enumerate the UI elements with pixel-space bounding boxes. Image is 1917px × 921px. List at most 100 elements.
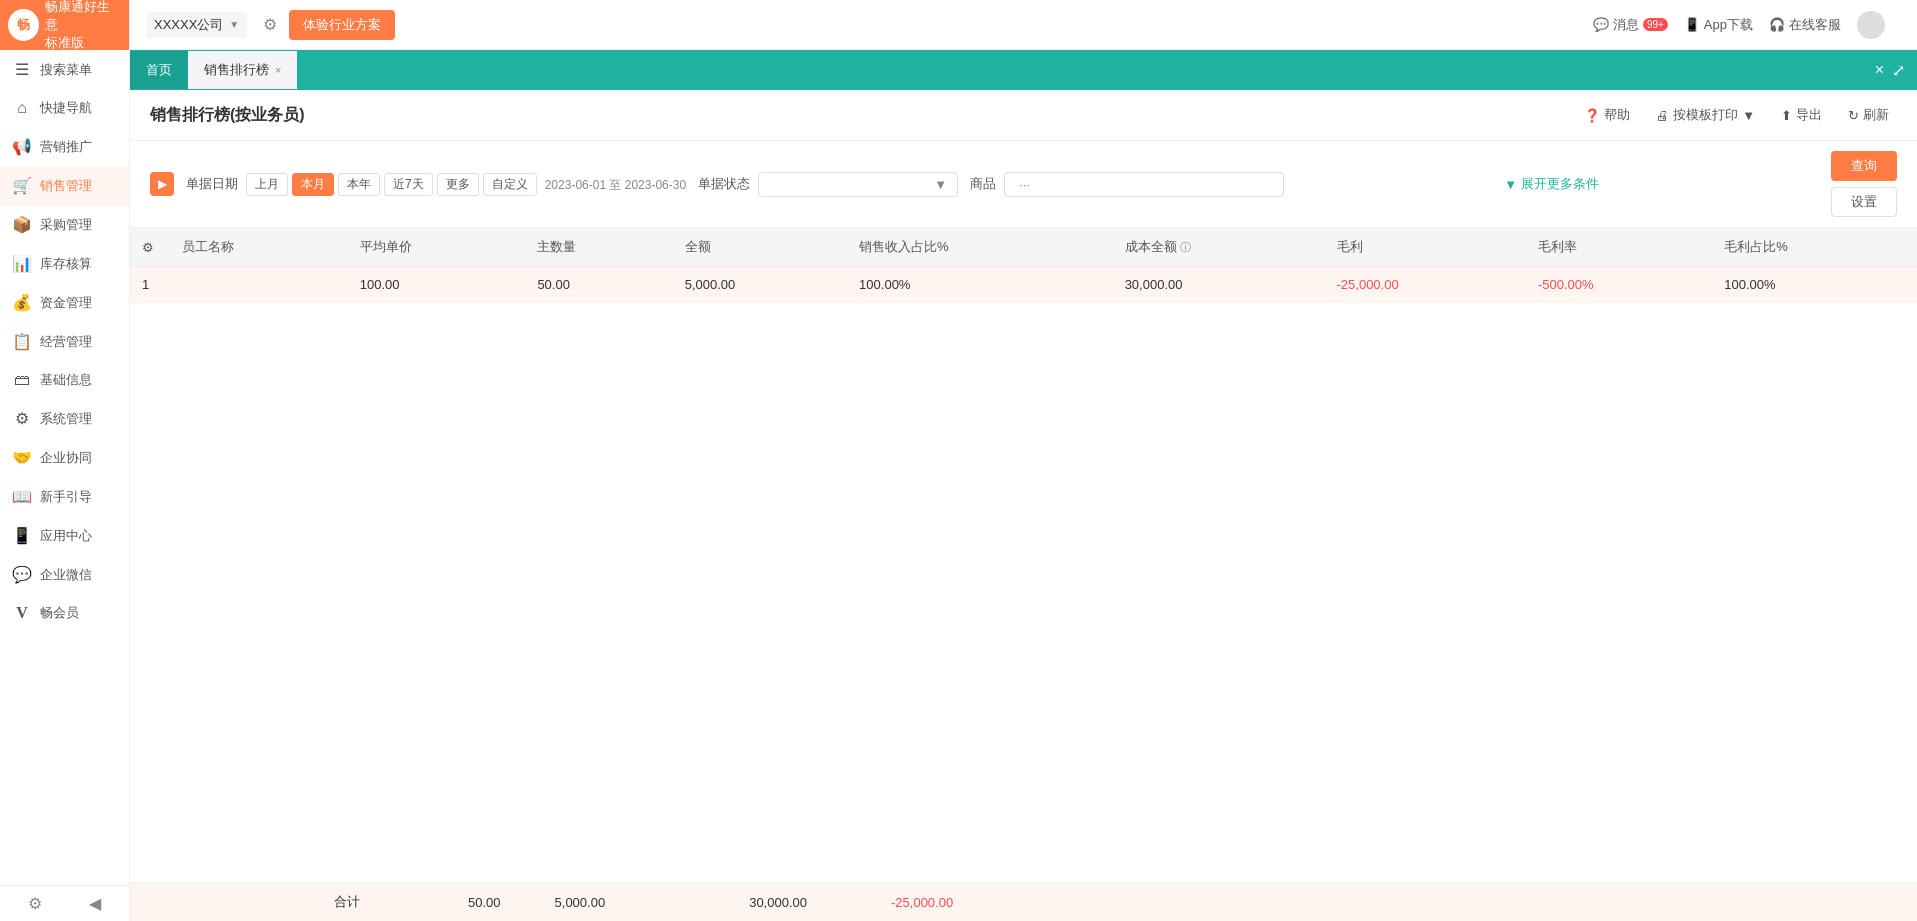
col-settings-icon[interactable]: ⚙ — [142, 240, 154, 255]
page-header: 销售排行榜(按业务员) ❓ 帮助 🖨 按模板打印 ▼ ⬆ 导出 ↻ 刷新 — [130, 90, 1917, 141]
settings-small-button[interactable]: 设置 — [1831, 187, 1897, 217]
sidebar-item-member[interactable]: V 畅会员 — [0, 594, 129, 632]
home-icon: ⌂ — [12, 99, 32, 117]
company-selector[interactable]: XXXXX公司 ▼ — [146, 12, 247, 38]
filter-arrow-btn[interactable]: ▶ — [150, 172, 174, 196]
sidebar-collapse-btn[interactable]: ◀ — [89, 894, 101, 913]
sidebar-item-basic[interactable]: 🗃 基础信息 — [0, 361, 129, 399]
tab-sales-ranking[interactable]: 销售排行榜 × — [188, 51, 297, 89]
sidebar-item-apps[interactable]: 📱 应用中心 — [0, 516, 129, 555]
col-avg-price: 平均单价 — [348, 228, 526, 267]
tabbar-close-icon[interactable]: × — [1875, 61, 1884, 80]
print-icon: 🖨 — [1656, 108, 1669, 123]
date-range: 2023-06-01 至 2023-06-30 — [545, 177, 686, 194]
col-name: 员工名称 — [170, 228, 348, 267]
topbar-right: 💬 消息 99+ 📱 App下载 🎧 在线客服 — [1593, 11, 1901, 39]
sidebar-logo: 畅 畅康通好生意 标准版 — [0, 0, 129, 50]
cell-qty: 50.00 — [525, 267, 672, 303]
online-service-group[interactable]: 🎧 在线客服 — [1769, 16, 1841, 34]
newbie-icon: 📖 — [12, 487, 32, 506]
footer-gross: -25,000.00 — [879, 895, 965, 910]
date-btn-current-year[interactable]: 本年 — [338, 173, 380, 196]
table-area: ⚙ 员工名称 平均单价 主数量 全额 销售收入占比% 成本全额 ⓘ 毛利 毛利率… — [130, 228, 1917, 882]
message-group[interactable]: 💬 消息 99+ — [1593, 16, 1668, 34]
finance-icon: 💰 — [12, 293, 32, 312]
refresh-btn[interactable]: ↻ 刷新 — [1840, 102, 1897, 128]
sidebar-item-search[interactable]: ☰ 搜索菜单 — [0, 50, 129, 89]
message-badge: 99+ — [1643, 18, 1668, 31]
footer-amount: 5,000.00 — [543, 895, 618, 910]
expand-icon: ▼ — [1504, 177, 1517, 192]
app-download-icon: 📱 — [1684, 17, 1700, 32]
help-btn[interactable]: ❓ 帮助 — [1576, 102, 1638, 128]
status-select[interactable]: ▼ — [758, 172, 958, 197]
sidebar-item-finance[interactable]: 💰 资金管理 — [0, 283, 129, 322]
goods-filter-group: 商品 ··· — [970, 172, 1284, 197]
apps-icon: 📱 — [12, 526, 32, 545]
company-name: XXXXX公司 — [154, 16, 223, 34]
logo-icon: 畅 — [8, 9, 39, 41]
content: 销售排行榜(按业务员) ❓ 帮助 🖨 按模板打印 ▼ ⬆ 导出 ↻ 刷新 — [130, 90, 1917, 921]
date-btn-last-month[interactable]: 上月 — [246, 173, 288, 196]
date-btn-custom[interactable]: 自定义 — [483, 173, 537, 196]
cell-name — [170, 267, 348, 303]
goods-ellipsis[interactable]: ··· — [1019, 177, 1030, 192]
print-btn[interactable]: 🖨 按模板打印 ▼ — [1648, 102, 1763, 128]
sidebar-item-marketing[interactable]: 📢 营销推广 — [0, 127, 129, 166]
cell-sales-ratio: 100.00% — [847, 267, 1113, 303]
sidebar-bottom: ⚙ ◀ — [0, 885, 129, 921]
sidebar-item-newbie[interactable]: 📖 新手引导 — [0, 477, 129, 516]
basic-icon: 🗃 — [12, 371, 32, 389]
management-icon: 📋 — [12, 332, 32, 351]
sidebar-item-wechat[interactable]: 💬 企业微信 — [0, 555, 129, 594]
topbar-settings-icon[interactable]: ⚙ — [263, 15, 277, 34]
filter-right-btns: 查询 设置 — [1819, 151, 1897, 217]
page-title: 销售排行榜(按业务员) — [150, 105, 305, 126]
avatar[interactable] — [1857, 11, 1885, 39]
sidebar-settings-btn[interactable]: ⚙ — [28, 894, 42, 913]
date-btn-more[interactable]: 更多 — [437, 173, 479, 196]
date-btn-7days[interactable]: 近7天 — [384, 173, 433, 196]
purchase-icon: 📦 — [12, 215, 32, 234]
tabbar-right: × ⤢ — [1875, 61, 1917, 80]
tab-close-icon[interactable]: × — [275, 64, 281, 76]
sidebar-item-system[interactable]: ⚙ 系统管理 — [0, 399, 129, 438]
sidebar-item-purchase[interactable]: 📦 采购管理 — [0, 205, 129, 244]
sidebar-item-sales[interactable]: 🛒 销售管理 — [0, 166, 129, 205]
col-sales-ratio: 销售收入占比% — [847, 228, 1113, 267]
tab-sales-ranking-label: 销售排行榜 — [204, 61, 269, 79]
page-actions: ❓ 帮助 🖨 按模板打印 ▼ ⬆ 导出 ↻ 刷新 — [1576, 102, 1897, 128]
table-header-row: ⚙ 员工名称 平均单价 主数量 全额 销售收入占比% 成本全额 ⓘ 毛利 毛利率… — [130, 228, 1917, 267]
tab-home[interactable]: 首页 — [130, 51, 188, 89]
goods-select[interactable]: ··· — [1004, 172, 1284, 197]
wechat-icon: 💬 — [12, 565, 32, 584]
query-button[interactable]: 查询 — [1831, 151, 1897, 181]
col-gross-rate: 毛利率 — [1526, 228, 1712, 267]
date-btn-current-month[interactable]: 本月 — [292, 173, 334, 196]
sidebar-item-management[interactable]: 📋 经营管理 — [0, 322, 129, 361]
footer-total-label: 合计 — [322, 893, 372, 911]
cell-gross: -25,000.00 — [1325, 267, 1526, 303]
sidebar-item-enterprise[interactable]: 🤝 企业协同 — [0, 438, 129, 477]
date-options: 上月 本月 本年 近7天 更多 自定义 — [246, 173, 537, 196]
col-gross: 毛利 — [1325, 228, 1526, 267]
trial-button[interactable]: 体验行业方案 — [289, 10, 395, 40]
help-icon: ❓ — [1584, 108, 1600, 123]
app-download-group[interactable]: 📱 App下载 — [1684, 16, 1753, 34]
col-amount: 全额 — [673, 228, 847, 267]
cell-rank: 1 — [130, 267, 170, 303]
col-gross-ratio: 毛利占比% — [1712, 228, 1917, 267]
export-btn[interactable]: ⬆ 导出 — [1773, 102, 1830, 128]
sidebar-item-inventory[interactable]: 📊 库存核算 — [0, 244, 129, 283]
goods-filter-label: 商品 — [970, 175, 996, 193]
col-settings[interactable]: ⚙ — [130, 228, 170, 267]
sidebar-item-nav[interactable]: ⌂ 快捷导航 — [0, 89, 129, 127]
tabbar-expand-icon[interactable]: ⤢ — [1892, 61, 1905, 80]
expand-more-btn[interactable]: ▼ 展开更多条件 — [1504, 175, 1599, 193]
print-arrow-icon: ▼ — [1742, 108, 1755, 123]
table-row: 1 100.00 50.00 5,000.00 100.00% 30,000.0… — [130, 267, 1917, 303]
col-qty: 主数量 — [525, 228, 672, 267]
status-filter-label: 单据状态 — [698, 175, 750, 193]
online-service-label: 在线客服 — [1789, 16, 1841, 34]
cell-amount: 5,000.00 — [673, 267, 847, 303]
